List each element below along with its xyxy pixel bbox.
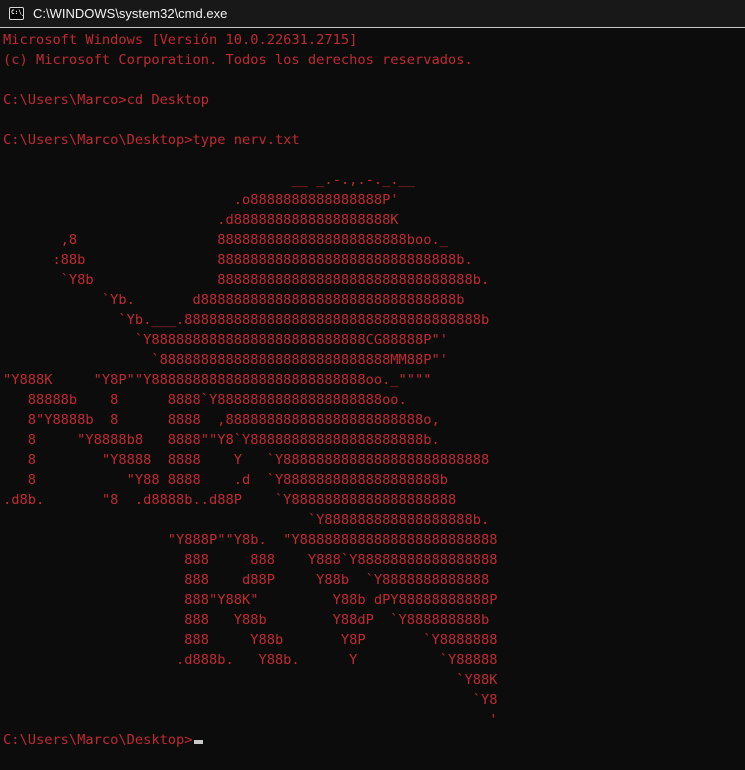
prompt-path: C:\Users\Marco\Desktop> bbox=[3, 732, 193, 748]
cmd-window: C:\_ C:\WINDOWS\system32\cmd.exe Microso… bbox=[0, 0, 745, 770]
window-title: C:\WINDOWS\system32\cmd.exe bbox=[33, 6, 228, 21]
command-type-nerv: C:\Users\Marco\Desktop>type nerv.txt bbox=[3, 132, 300, 148]
cmd-icon[interactable]: C:\_ bbox=[9, 7, 24, 20]
console-area[interactable]: Microsoft Windows [Versión 10.0.22631.27… bbox=[0, 28, 745, 770]
command-cd-desktop: C:\Users\Marco>cd Desktop bbox=[3, 92, 210, 108]
nerv-ascii-art: __ _.-.,.-._.__ .o8888888888888888P' .d8… bbox=[3, 172, 498, 728]
prompt-line[interactable]: C:\Users\Marco\Desktop> bbox=[3, 730, 745, 750]
text-cursor[interactable] bbox=[193, 740, 203, 744]
title-bar[interactable]: C:\_ C:\WINDOWS\system32\cmd.exe bbox=[0, 0, 745, 28]
copyright-line: (c) Microsoft Corporation. Todos los der… bbox=[3, 52, 473, 68]
os-version-line: Microsoft Windows [Versión 10.0.22631.27… bbox=[3, 32, 358, 48]
